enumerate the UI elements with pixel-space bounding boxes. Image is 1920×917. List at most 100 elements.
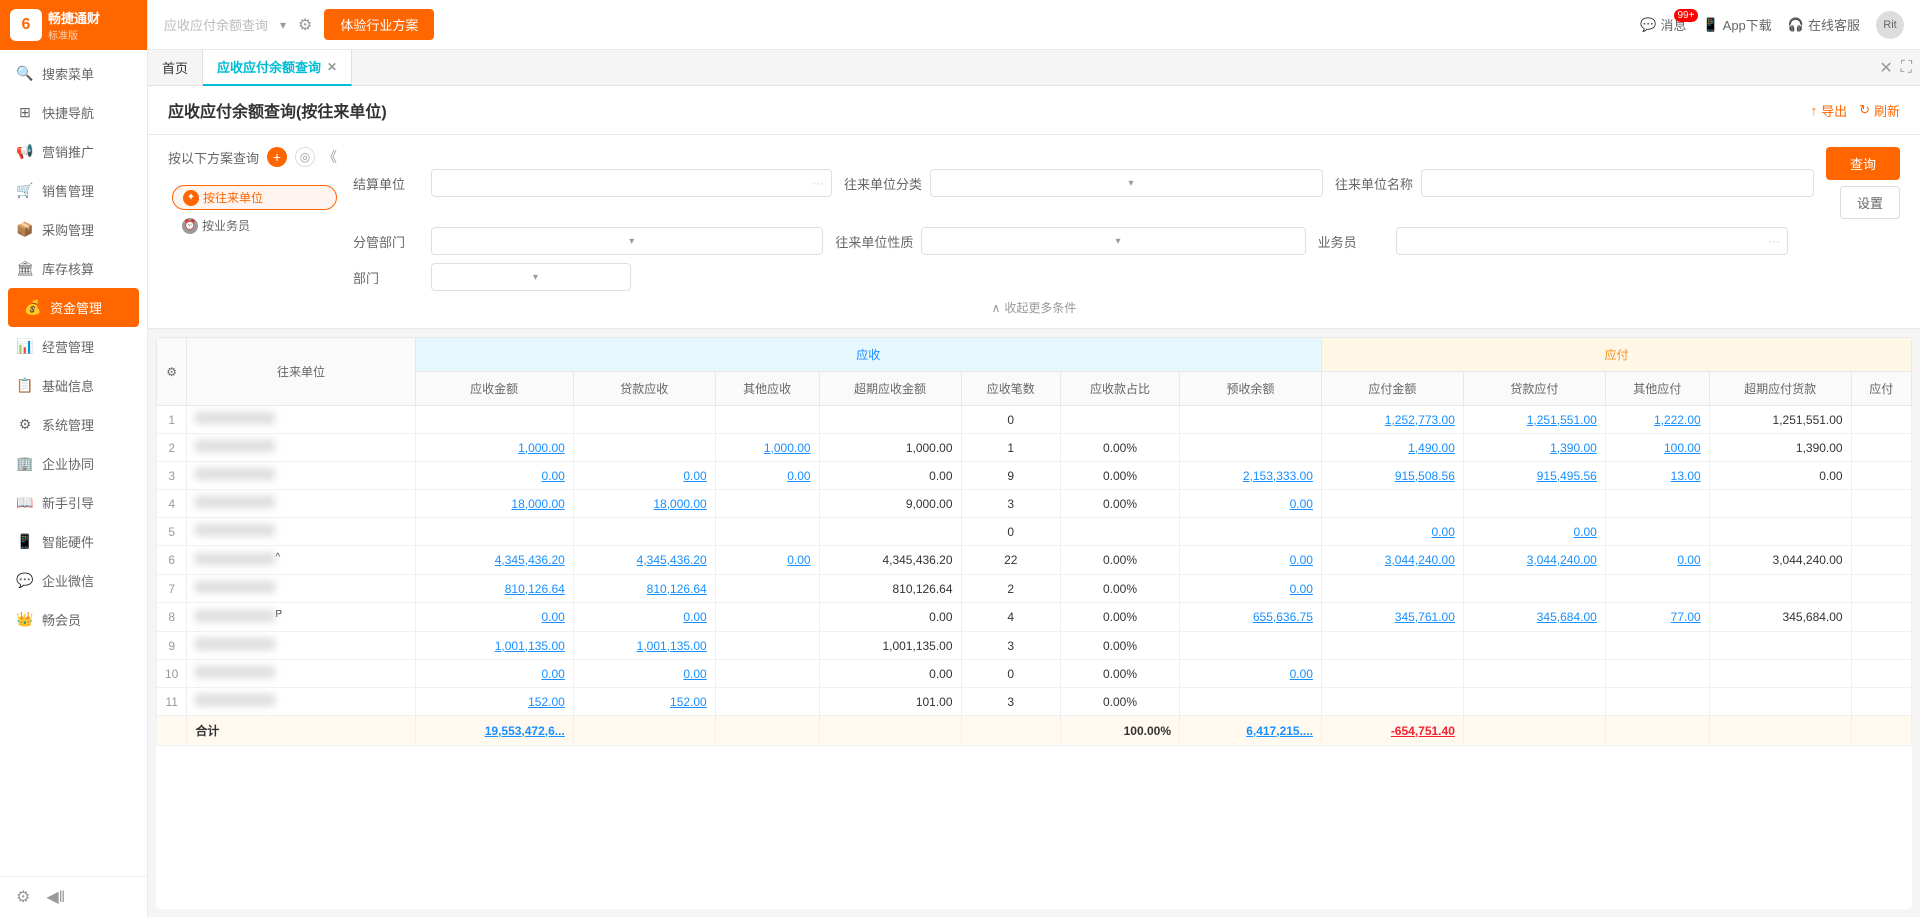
filter-add-button[interactable]: +	[267, 147, 287, 167]
cell-link[interactable]: 0.00	[541, 667, 564, 681]
cell-link[interactable]: 1,000.00	[518, 441, 565, 455]
tab-close-window-btn[interactable]: ✕	[1879, 58, 1892, 78]
header-service[interactable]: 🎧 在线客服	[1788, 15, 1860, 34]
cell-link[interactable]: 0.00	[683, 469, 706, 483]
cell-link[interactable]: 1,222.00	[1654, 413, 1701, 427]
cell-link[interactable]: 0.00	[1290, 667, 1313, 681]
cell-link[interactable]: 1,390.00	[1550, 441, 1597, 455]
tab-home[interactable]: 首页	[148, 50, 203, 86]
settings-footer-icon[interactable]: ⚙	[16, 887, 30, 907]
cell-link[interactable]: 810,126.64	[505, 582, 565, 596]
sidebar-item-system[interactable]: ⚙系统管理	[0, 405, 147, 444]
cell-link[interactable]: 152.00	[670, 695, 707, 709]
sidebar-item-operations[interactable]: 📊经营管理	[0, 327, 147, 366]
tab-close-icon[interactable]: ✕	[327, 60, 337, 74]
footer-ar-amount[interactable]: 19,553,472,6...	[415, 716, 573, 746]
cell-link[interactable]: 2,153,333.00	[1243, 469, 1313, 483]
cell-link[interactable]: 915,495.56	[1537, 469, 1597, 483]
cell-link[interactable]: 0.00	[1290, 553, 1313, 567]
sidebar-item-inventory[interactable]: 🏛库存核算	[0, 249, 147, 288]
header-app-download[interactable]: 📱 App下载	[1702, 15, 1771, 34]
header-gear-icon[interactable]: ⚙	[298, 15, 312, 35]
sidebar-item-enterprise[interactable]: 🏢企业协同	[0, 444, 147, 483]
cell-link[interactable]: 345,684.00	[1537, 610, 1597, 624]
sidebar-item-finance[interactable]: 💰资金管理	[8, 288, 139, 327]
cell-link[interactable]: 18,000.00	[653, 497, 706, 511]
table-settings-header[interactable]: ⚙	[157, 338, 187, 406]
footer-ar-prepay[interactable]: 6,417,215....	[1180, 716, 1322, 746]
settlement-input[interactable]	[431, 169, 832, 197]
cell-link[interactable]: 0.00	[1677, 553, 1700, 567]
sidebar-item-basic-info[interactable]: 📋基础信息	[0, 366, 147, 405]
cell-ar-loan: 0.00	[573, 660, 715, 688]
cell-link[interactable]: 0.00	[1432, 525, 1455, 539]
header-message[interactable]: 💬 消息 99+	[1640, 15, 1686, 34]
tab-arbalance[interactable]: 应收应付余额查询 ✕	[203, 50, 352, 86]
cell-link[interactable]: 3,044,240.00	[1527, 553, 1597, 567]
cell-link[interactable]: 4,345,436.20	[637, 553, 707, 567]
cell-link[interactable]: 345,761.00	[1395, 610, 1455, 624]
filter-tab-salesperson[interactable]: ⏰ 按业务员	[172, 214, 337, 237]
filter-expand-button[interactable]: 《	[323, 147, 337, 167]
sidebar-item-search[interactable]: 🔍搜索菜单	[0, 54, 147, 93]
solution-button[interactable]: 体验行业方案	[324, 9, 434, 40]
cell-link[interactable]: 1,001,135.00	[637, 639, 707, 653]
dept-arrow: ▾	[629, 236, 814, 247]
setting-button[interactable]: 设置	[1840, 186, 1900, 219]
query-button[interactable]: 查询	[1826, 147, 1900, 180]
settlement-icon[interactable]: ···	[812, 176, 824, 190]
cell-link[interactable]: 0.00	[683, 610, 706, 624]
dept-select[interactable]: ▾	[431, 227, 823, 255]
sidebar-item-purchase[interactable]: 📦采购管理	[0, 210, 147, 249]
tab-maximize-btn[interactable]: ⛶	[1901, 59, 1912, 77]
cell-link[interactable]: 0.00	[787, 469, 810, 483]
header-user-avatar[interactable]: Rit	[1876, 11, 1904, 39]
filter-tab-unit[interactable]: ✦ 按往来单位	[172, 185, 337, 210]
cell-link[interactable]: 4,345,436.20	[495, 553, 565, 567]
sidebar-item-guide[interactable]: 📖新手引导	[0, 483, 147, 522]
salesperson-input[interactable]	[1396, 227, 1788, 255]
cell-link[interactable]: 1,252,773.00	[1385, 413, 1455, 427]
cell-link[interactable]: 0.00	[1573, 525, 1596, 539]
refresh-button[interactable]: ↻ 刷新	[1859, 101, 1900, 120]
cell-link[interactable]: 3,044,240.00	[1385, 553, 1455, 567]
export-button[interactable]: ↑ 导出	[1811, 101, 1848, 120]
sidebar-item-wechat[interactable]: 💬企业微信	[0, 561, 147, 600]
filter-settings-button[interactable]: ◎	[295, 147, 315, 167]
sidebar-item-member[interactable]: 👑畅会员	[0, 600, 147, 639]
cell-link[interactable]: 1,001,135.00	[495, 639, 565, 653]
cell-link[interactable]: 1,490.00	[1408, 441, 1455, 455]
query-buttons: 查询 设置	[1826, 147, 1900, 219]
unit-name-input[interactable]	[1421, 169, 1814, 197]
dept2-select[interactable]: ▾	[431, 263, 631, 291]
cell-link[interactable]: 1,000.00	[764, 441, 811, 455]
cell-ap-amount	[1321, 632, 1463, 660]
collapse-more-button[interactable]: ∧ 收起更多条件	[168, 291, 1900, 316]
salesperson-icon[interactable]: ···	[1768, 234, 1780, 248]
cell-link[interactable]: 100.00	[1664, 441, 1701, 455]
sidebar-item-marketing[interactable]: 📢营销推广	[0, 132, 147, 171]
cell-link[interactable]: 13.00	[1671, 469, 1701, 483]
cell-link[interactable]: 915,508.56	[1395, 469, 1455, 483]
cell-link[interactable]: 77.00	[1671, 610, 1701, 624]
collapse-icon[interactable]: ◀‖	[46, 887, 65, 907]
sidebar-item-sales[interactable]: 🛒销售管理	[0, 171, 147, 210]
cell-ar-prepay	[1180, 434, 1322, 462]
cell-link[interactable]: 810,126.64	[647, 582, 707, 596]
sidebar-item-smart-hw[interactable]: 📱智能硬件	[0, 522, 147, 561]
unit-nature-select[interactable]: ▾	[921, 227, 1305, 255]
cell-link[interactable]: 0.00	[683, 667, 706, 681]
cell-link[interactable]: 18,000.00	[511, 497, 564, 511]
cell-link[interactable]: 0.00	[787, 553, 810, 567]
cell-link[interactable]: 655,636.75	[1253, 610, 1313, 624]
cell-link[interactable]: 0.00	[541, 610, 564, 624]
footer-ap-amount[interactable]: -654,751.40	[1321, 716, 1463, 746]
unit-category-select[interactable]: ▾	[930, 169, 1323, 197]
cell-link[interactable]: 1,251,551.00	[1527, 413, 1597, 427]
cell-link[interactable]: 0.00	[541, 469, 564, 483]
cell-link[interactable]: 0.00	[1290, 497, 1313, 511]
table-settings-icon[interactable]: ⚙	[166, 365, 177, 379]
cell-link[interactable]: 152.00	[528, 695, 565, 709]
sidebar-item-quick-nav[interactable]: ⊞快捷导航	[0, 93, 147, 132]
cell-link[interactable]: 0.00	[1290, 582, 1313, 596]
